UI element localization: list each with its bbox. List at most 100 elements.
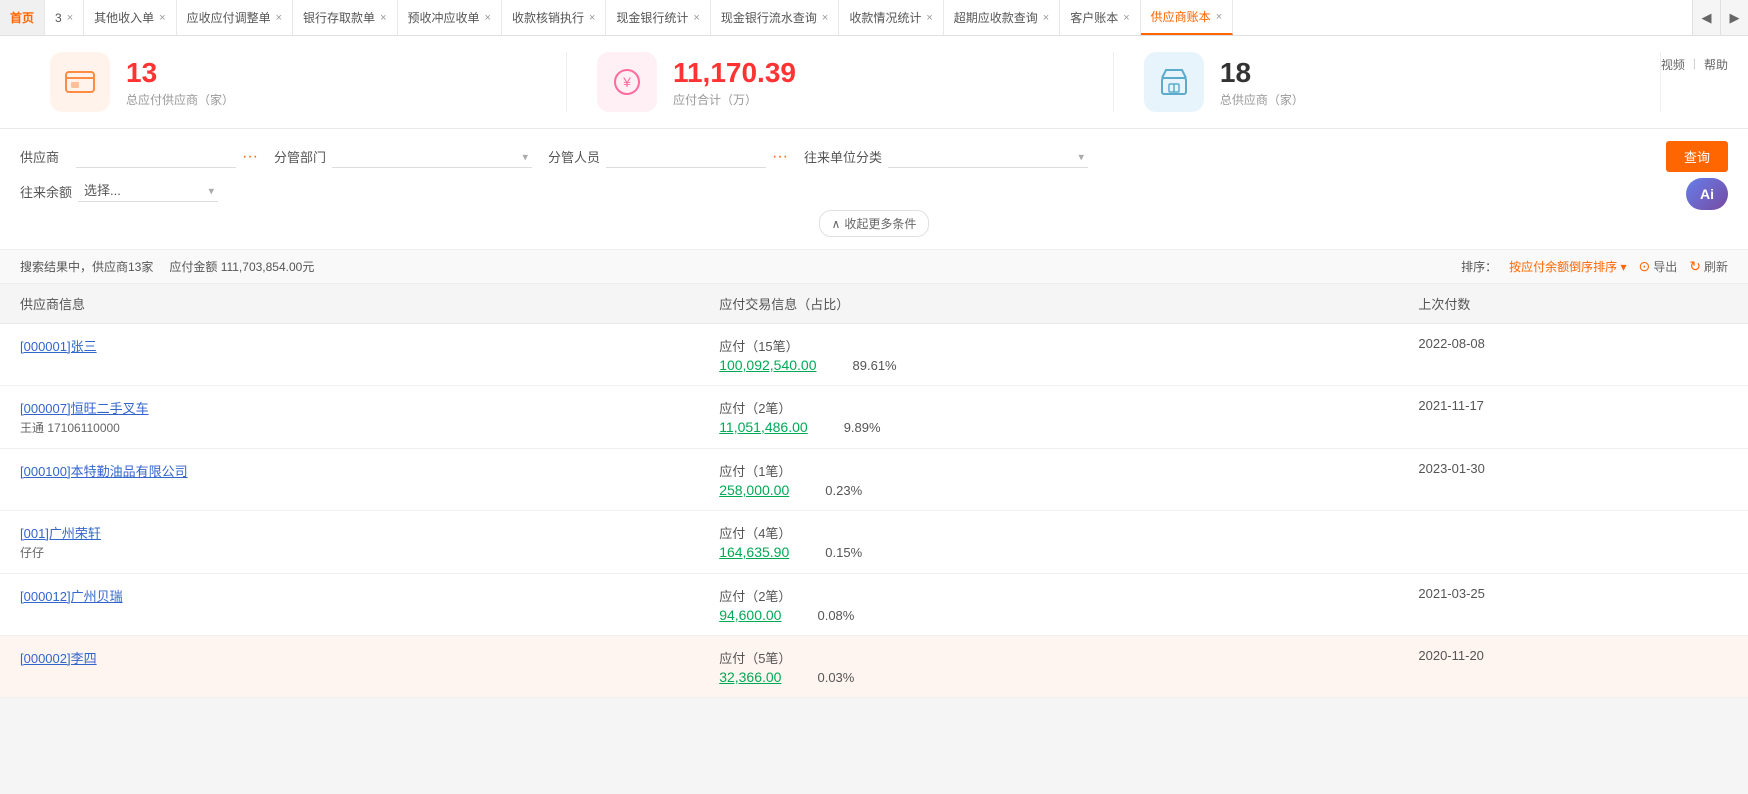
close-icon[interactable]: ×: [589, 12, 595, 24]
nav-payment-verify[interactable]: 收款核销执行 ×: [502, 0, 606, 35]
category-select[interactable]: [888, 146, 1088, 168]
close-icon[interactable]: ×: [67, 12, 73, 24]
collapse-button[interactable]: ∧ 收起更多条件: [819, 210, 930, 237]
close-icon[interactable]: ×: [485, 12, 491, 24]
supplier-table: 供应商信息 应付交易信息（占比） 上次付数 [000001]张三应付（15笔）1…: [0, 284, 1748, 698]
table-row: [000007]恒旺二手叉车王通 17106110000应付（2笔）11,051…: [0, 386, 1748, 449]
last-payment-date: 2021-03-25: [1418, 586, 1485, 601]
close-icon[interactable]: ×: [822, 12, 828, 24]
last-payment-cell: 2020-11-20: [1398, 636, 1748, 698]
last-payment-date: 2020-11-20: [1418, 648, 1484, 663]
nav-prepay-ar[interactable]: 预收冲应收单 ×: [398, 0, 502, 35]
close-icon[interactable]: ×: [276, 12, 282, 24]
tx-label: 应付（15笔）: [719, 336, 1378, 355]
tx-amount[interactable]: 94,600.00: [719, 607, 781, 623]
video-link[interactable]: 视频: [1661, 56, 1685, 73]
nav-receipt-stat[interactable]: 收款情况统计 ×: [839, 0, 943, 35]
supplier-dots-icon[interactable]: ···: [242, 148, 258, 166]
close-icon[interactable]: ×: [1216, 11, 1222, 23]
supplier-info-cell: [000012]广州贝瑞: [0, 574, 699, 636]
supplier-link[interactable]: [000002]李四: [20, 651, 97, 666]
tx-percent: 0.23%: [825, 483, 862, 498]
balance-filter: 往来余额 选择...: [20, 180, 218, 202]
filter-row-2: 往来余额 选择...: [20, 180, 1728, 202]
last-payment-cell: 2021-11-17: [1398, 386, 1748, 449]
tx-amount[interactable]: 164,635.90: [719, 544, 789, 560]
nav-cash-stat[interactable]: 现金银行统计 ×: [606, 0, 710, 35]
table-row: [001]广州荣轩仔仔应付（4笔）164,635.900.15%: [0, 511, 1748, 574]
transaction-info-cell: 应付（4笔）164,635.900.15%: [699, 511, 1398, 574]
nav-customer-book[interactable]: 客户账本 ×: [1060, 0, 1140, 35]
supplier-info-cell: [000100]本特勤油品有限公司: [0, 449, 699, 511]
nav-bank-deposit[interactable]: 银行存取款单 ×: [293, 0, 397, 35]
person-filter: 分管人员 ···: [548, 146, 788, 168]
results-bar: 搜索结果中，供应商13家 应付金额 111,703,854.00元 排序： 按应…: [0, 250, 1748, 284]
results-amount: 应付金额 111,703,854.00元: [169, 258, 314, 275]
data-table-wrap: 供应商信息 应付交易信息（占比） 上次付数 [000001]张三应付（15笔）1…: [0, 284, 1748, 698]
supplier-info-cell: [000001]张三: [0, 324, 699, 386]
close-icon[interactable]: ×: [693, 12, 699, 24]
last-payment-date: 2022-08-08: [1418, 336, 1485, 351]
sort-arrow-icon: ▾: [1620, 260, 1626, 274]
ap-suppliers-label: 总应付供应商（家）: [126, 91, 234, 108]
tx-amount[interactable]: 258,000.00: [719, 482, 789, 498]
sort-label: 排序：: [1461, 258, 1497, 275]
filter-row-1: 供应商 ··· 分管部门 分管人员 ··· 往来单位分类 查询: [20, 141, 1728, 172]
tx-label: 应付（5笔）: [719, 648, 1378, 667]
nav-home[interactable]: 首页: [0, 0, 45, 35]
supplier-icon: [50, 52, 110, 112]
category-filter: 往来单位分类: [804, 146, 1088, 168]
results-actions: 排序： 按应付余额倒序排序 ▾ ⊙ 导出 ↻ 刷新: [1461, 258, 1728, 275]
tx-label: 应付（2笔）: [719, 398, 1378, 417]
nav-tab-3[interactable]: 3 ×: [45, 0, 84, 35]
close-icon[interactable]: ×: [159, 12, 165, 24]
tx-percent: 9.89%: [844, 420, 881, 435]
tx-amount[interactable]: 100,092,540.00: [719, 357, 816, 373]
close-icon[interactable]: ×: [380, 12, 386, 24]
supplier-link[interactable]: [000007]恒旺二手叉车: [20, 401, 149, 416]
dept-select[interactable]: [332, 146, 532, 168]
dept-filter: 分管部门: [274, 146, 532, 168]
supplier-sub-info: 仔仔: [20, 544, 679, 561]
nav-arrow-right[interactable]: ▶: [1720, 0, 1748, 36]
help-link[interactable]: 帮助: [1704, 56, 1728, 73]
tx-label: 应付（2笔）: [719, 586, 1378, 605]
header-transaction-info: 应付交易信息（占比）: [699, 284, 1398, 324]
nav-arrow-left[interactable]: ◀: [1692, 0, 1720, 36]
person-input[interactable]: [606, 146, 766, 168]
summary-info-3: 18 总供应商（家）: [1220, 56, 1304, 109]
supplier-link[interactable]: [001]广州荣轩: [20, 526, 101, 541]
sort-value[interactable]: 按应付余额倒序排序 ▾: [1509, 258, 1626, 275]
close-icon[interactable]: ×: [926, 12, 932, 24]
supplier-link[interactable]: [000001]张三: [20, 339, 97, 354]
export-button[interactable]: ⊙ 导出: [1639, 258, 1678, 275]
dept-label: 分管部门: [274, 147, 326, 166]
balance-select[interactable]: 选择...: [78, 180, 218, 202]
amount-icon: ¥: [597, 52, 657, 112]
nav-arrows: ◀ ▶: [1692, 0, 1748, 36]
supplier-link[interactable]: [000012]广州贝瑞: [20, 589, 123, 604]
close-icon[interactable]: ×: [1043, 12, 1049, 24]
balance-label: 往来余额: [20, 182, 72, 201]
transaction-info-cell: 应付（15笔）100,092,540.0089.61%: [699, 324, 1398, 386]
transaction-info-cell: 应付（5笔） 32,366.00 0.03%: [699, 636, 1398, 698]
svg-text:¥: ¥: [622, 74, 631, 90]
person-dots-icon[interactable]: ···: [772, 148, 788, 166]
tx-amount[interactable]: 32,366.00: [719, 669, 781, 685]
ai-badge[interactable]: Ai: [1686, 178, 1728, 210]
nav-supplier-book[interactable]: 供应商账本 ×: [1141, 0, 1233, 35]
tx-percent: 0.03%: [817, 670, 854, 685]
nav-other-income[interactable]: 其他收入单 ×: [84, 0, 176, 35]
supplier-input[interactable]: [76, 146, 236, 168]
supplier-link[interactable]: [000100]本特勤油品有限公司: [20, 464, 188, 479]
transaction-info-cell: 应付（2笔） 11,051,486.00 9.89%: [699, 386, 1398, 449]
category-label: 往来单位分类: [804, 147, 882, 166]
nav-ar-ap-adjust[interactable]: 应收应付调整单 ×: [177, 0, 293, 35]
search-button[interactable]: 查询: [1666, 141, 1728, 172]
close-icon[interactable]: ×: [1123, 12, 1129, 24]
nav-overdue-query[interactable]: 超期应收款查询 ×: [944, 0, 1060, 35]
supplier-info-cell: [001]广州荣轩仔仔: [0, 511, 699, 574]
tx-amount[interactable]: 11,051,486.00: [719, 419, 808, 435]
nav-cash-query[interactable]: 现金银行流水查询 ×: [711, 0, 839, 35]
refresh-button[interactable]: ↻ 刷新: [1689, 258, 1728, 275]
